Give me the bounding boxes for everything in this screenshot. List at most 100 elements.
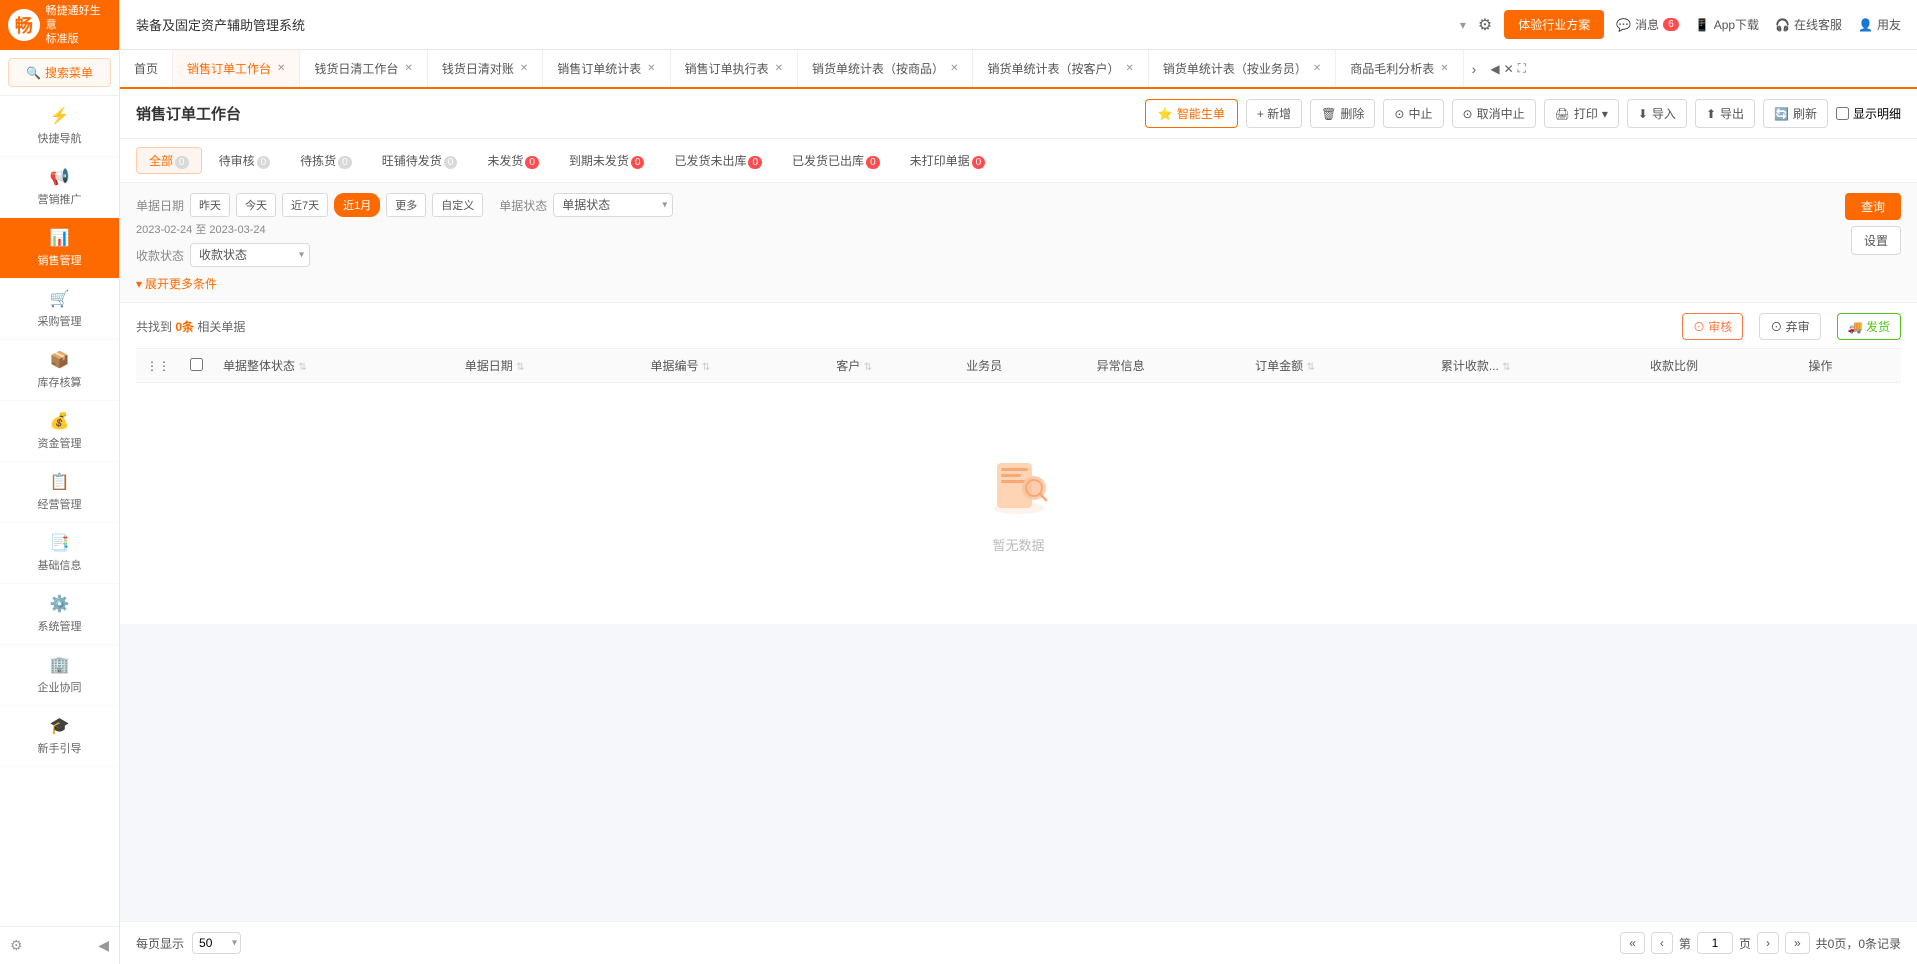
settings-button[interactable]: ⚙ bbox=[10, 937, 23, 954]
top-header: 装备及固定资产辅助管理系统 ▾ ⚙ 体验行业方案 💬 消息 6 📱 App下载 … bbox=[120, 0, 1917, 50]
add-button[interactable]: + 新增 bbox=[1246, 99, 1302, 128]
prev-page-button[interactable]: ‹ bbox=[1651, 932, 1673, 954]
filter-tab-pending-review[interactable]: 待审核0 bbox=[206, 147, 284, 174]
tab-fullscreen[interactable]: ⛶ bbox=[1518, 61, 1526, 76]
tab-close-margin-analysis[interactable]: ✕ bbox=[1440, 63, 1448, 74]
last-page-button[interactable]: » bbox=[1785, 932, 1810, 954]
filter-tab-shipped-out[interactable]: 已发货已出库0 bbox=[779, 147, 893, 174]
online-service-button[interactable]: 🎧 在线客服 bbox=[1775, 16, 1842, 33]
tab-close-cash-account[interactable]: ✕ bbox=[520, 63, 528, 74]
expand-conditions-button[interactable]: ▾ 展开更多条件 bbox=[136, 275, 1833, 292]
date-more[interactable]: 更多 bbox=[386, 193, 426, 217]
tab-close-all[interactable]: ✕ bbox=[1504, 62, 1514, 76]
filter-tab-all[interactable]: 全部0 bbox=[136, 147, 202, 174]
search-button[interactable]: 查询 bbox=[1845, 193, 1901, 220]
tab-close-sales-summary-staff[interactable]: ✕ bbox=[1313, 63, 1321, 74]
revoke-button[interactable]: ⊙ 弃审 bbox=[1759, 313, 1820, 340]
audit-button[interactable]: ⊙ 审核 bbox=[1682, 313, 1743, 340]
col-drag: ⋮⋮ bbox=[136, 349, 180, 383]
tab-more-button[interactable]: › bbox=[1464, 61, 1485, 77]
tab-cash-daily[interactable]: 钱货日清工作台 ✕ bbox=[300, 50, 427, 87]
app-download-button[interactable]: 📱 App下载 bbox=[1695, 16, 1759, 33]
page-size-select[interactable]: 50 10 20 100 bbox=[192, 932, 241, 954]
filter-tab-not-printed[interactable]: 未打印单据0 bbox=[897, 147, 999, 174]
message-button[interactable]: 💬 消息 6 bbox=[1616, 16, 1679, 33]
user-menu-button[interactable]: 👤 用友 bbox=[1858, 16, 1901, 33]
tab-sales-order[interactable]: 销售订单工作台 ✕ bbox=[173, 50, 300, 89]
tab-nav-prev[interactable]: ◀ bbox=[1490, 62, 1499, 76]
filter-tab-wangpu[interactable]: 旺铺待发货0 bbox=[369, 147, 471, 174]
sidebar-footer: ⚙ ◀ bbox=[0, 926, 119, 964]
tab-sales-summary-customer[interactable]: 销货单统计表（按客户） ✕ bbox=[973, 50, 1148, 87]
show-detail-checkbox[interactable] bbox=[1836, 107, 1849, 120]
tab-close-sales-order[interactable]: ✕ bbox=[277, 63, 285, 74]
tab-home[interactable]: 首页 bbox=[120, 50, 173, 87]
tab-close-cash-daily[interactable]: ✕ bbox=[404, 63, 412, 74]
payment-select[interactable]: 收款状态 bbox=[190, 243, 310, 267]
sidebar-item-system[interactable]: ⚙️ 系统管理 bbox=[0, 584, 119, 645]
sort-customer-icon[interactable]: ⇅ bbox=[864, 362, 872, 373]
date-today[interactable]: 今天 bbox=[236, 193, 276, 217]
stop-button[interactable]: ⊙ 中止 bbox=[1383, 99, 1443, 128]
logo-icon: 畅 bbox=[8, 9, 40, 41]
show-detail-toggle[interactable]: 显示明细 bbox=[1836, 105, 1901, 122]
sort-collected-icon[interactable]: ⇅ bbox=[1502, 362, 1510, 373]
expand-icon[interactable]: ▾ bbox=[1460, 18, 1466, 32]
stop-icon: ⊙ bbox=[1394, 107, 1404, 121]
tab-close-sales-summary-customer[interactable]: ✕ bbox=[1125, 63, 1133, 74]
tab-close-sales-exec[interactable]: ✕ bbox=[775, 63, 783, 74]
filter-tab-expired[interactable]: 到期未发货0 bbox=[556, 147, 658, 174]
cta-button[interactable]: 体验行业方案 bbox=[1504, 10, 1604, 39]
date-1month[interactable]: 近1月 bbox=[334, 193, 380, 217]
sidebar-item-marketing[interactable]: 📢 营销推广 bbox=[0, 157, 119, 218]
date-yesterday[interactable]: 昨天 bbox=[190, 193, 230, 217]
collapse-button[interactable]: ◀ bbox=[98, 937, 109, 954]
date-7days[interactable]: 近7天 bbox=[282, 193, 328, 217]
print-button[interactable]: 🖨 打印 ▾ bbox=[1544, 99, 1619, 128]
sidebar-item-quick[interactable]: ⚡ 快捷导航 bbox=[0, 96, 119, 157]
filter-setting-button[interactable]: 设置 bbox=[1851, 226, 1901, 255]
delete-button[interactable]: 🗑 删除 bbox=[1310, 99, 1375, 128]
cancel-stop-button[interactable]: ⊙ 取消中止 bbox=[1452, 99, 1536, 128]
sort-amount-icon[interactable]: ⇅ bbox=[1306, 362, 1314, 373]
select-all-checkbox[interactable] bbox=[190, 358, 203, 371]
sort-date-icon[interactable]: ⇅ bbox=[516, 362, 524, 373]
tab-sales-exec[interactable]: 销售订单执行表 ✕ bbox=[671, 50, 798, 87]
tab-margin-analysis[interactable]: 商品毛利分析表 ✕ bbox=[1336, 50, 1463, 87]
date-custom[interactable]: 自定义 bbox=[432, 193, 483, 217]
sidebar-item-operations[interactable]: 📋 经营管理 bbox=[0, 462, 119, 523]
import-button[interactable]: ⬇ 导入 bbox=[1627, 99, 1687, 128]
refresh-button[interactable]: 🔄 刷新 bbox=[1763, 99, 1828, 128]
col-collected: 累计收款... ⇅ bbox=[1431, 349, 1640, 383]
export-button[interactable]: ⬆ 导出 bbox=[1695, 99, 1755, 128]
tab-sales-stats[interactable]: 销售订单统计表 ✕ bbox=[543, 50, 670, 87]
filter-tab-not-shipped[interactable]: 未发货0 bbox=[474, 147, 552, 174]
sidebar-item-finance[interactable]: 💰 资金管理 bbox=[0, 401, 119, 462]
gear-icon[interactable]: ⚙ bbox=[1478, 15, 1492, 35]
status-select[interactable]: 单据状态 bbox=[553, 193, 673, 217]
tab-sales-summary-product[interactable]: 销货单统计表（按商品） ✕ bbox=[798, 50, 973, 87]
pagination: 每页显示 50 10 20 100 ▾ « ‹ 第 页 › » 共0页，0条记录 bbox=[120, 921, 1917, 964]
sidebar-item-purchase[interactable]: 🛒 采购管理 bbox=[0, 279, 119, 340]
tab-close-sales-stats[interactable]: ✕ bbox=[647, 63, 655, 74]
ship-button[interactable]: 🚚 发货 bbox=[1837, 313, 1901, 340]
filter-tab-pending-check[interactable]: 待拣货0 bbox=[287, 147, 365, 174]
data-table: ⋮⋮ 单据整体状态 ⇅ 单据日期 ⇅ bbox=[136, 348, 1901, 614]
tab-sales-summary-staff[interactable]: 销货单统计表（按业务员） ✕ bbox=[1149, 50, 1336, 87]
search-menu-button[interactable]: 🔍 搜索菜单 bbox=[8, 58, 111, 87]
sidebar-item-newbie[interactable]: 🎓 新手引导 bbox=[0, 706, 119, 767]
sort-number-icon[interactable]: ⇅ bbox=[702, 362, 710, 373]
smart-generate-button[interactable]: ⭐ 智能生单 bbox=[1145, 99, 1238, 128]
sidebar-item-sales[interactable]: 📊 销售管理 bbox=[0, 218, 119, 279]
next-page-button[interactable]: › bbox=[1757, 932, 1779, 954]
first-page-button[interactable]: « bbox=[1620, 932, 1645, 954]
page-number-input[interactable] bbox=[1697, 932, 1733, 954]
sort-status-icon[interactable]: ⇅ bbox=[298, 362, 306, 373]
sidebar-item-enterprise[interactable]: 🏢 企业协同 bbox=[0, 645, 119, 706]
sidebar-item-inventory[interactable]: 📦 库存核算 bbox=[0, 340, 119, 401]
tab-cash-account[interactable]: 钱货日清对账 ✕ bbox=[428, 50, 543, 87]
sidebar-item-basic[interactable]: 📑 基础信息 bbox=[0, 523, 119, 584]
filter-tab-shipped-not-out[interactable]: 已发货未出库0 bbox=[661, 147, 775, 174]
tab-close-sales-summary-product[interactable]: ✕ bbox=[950, 63, 958, 74]
message-icon: 💬 bbox=[1616, 18, 1631, 32]
